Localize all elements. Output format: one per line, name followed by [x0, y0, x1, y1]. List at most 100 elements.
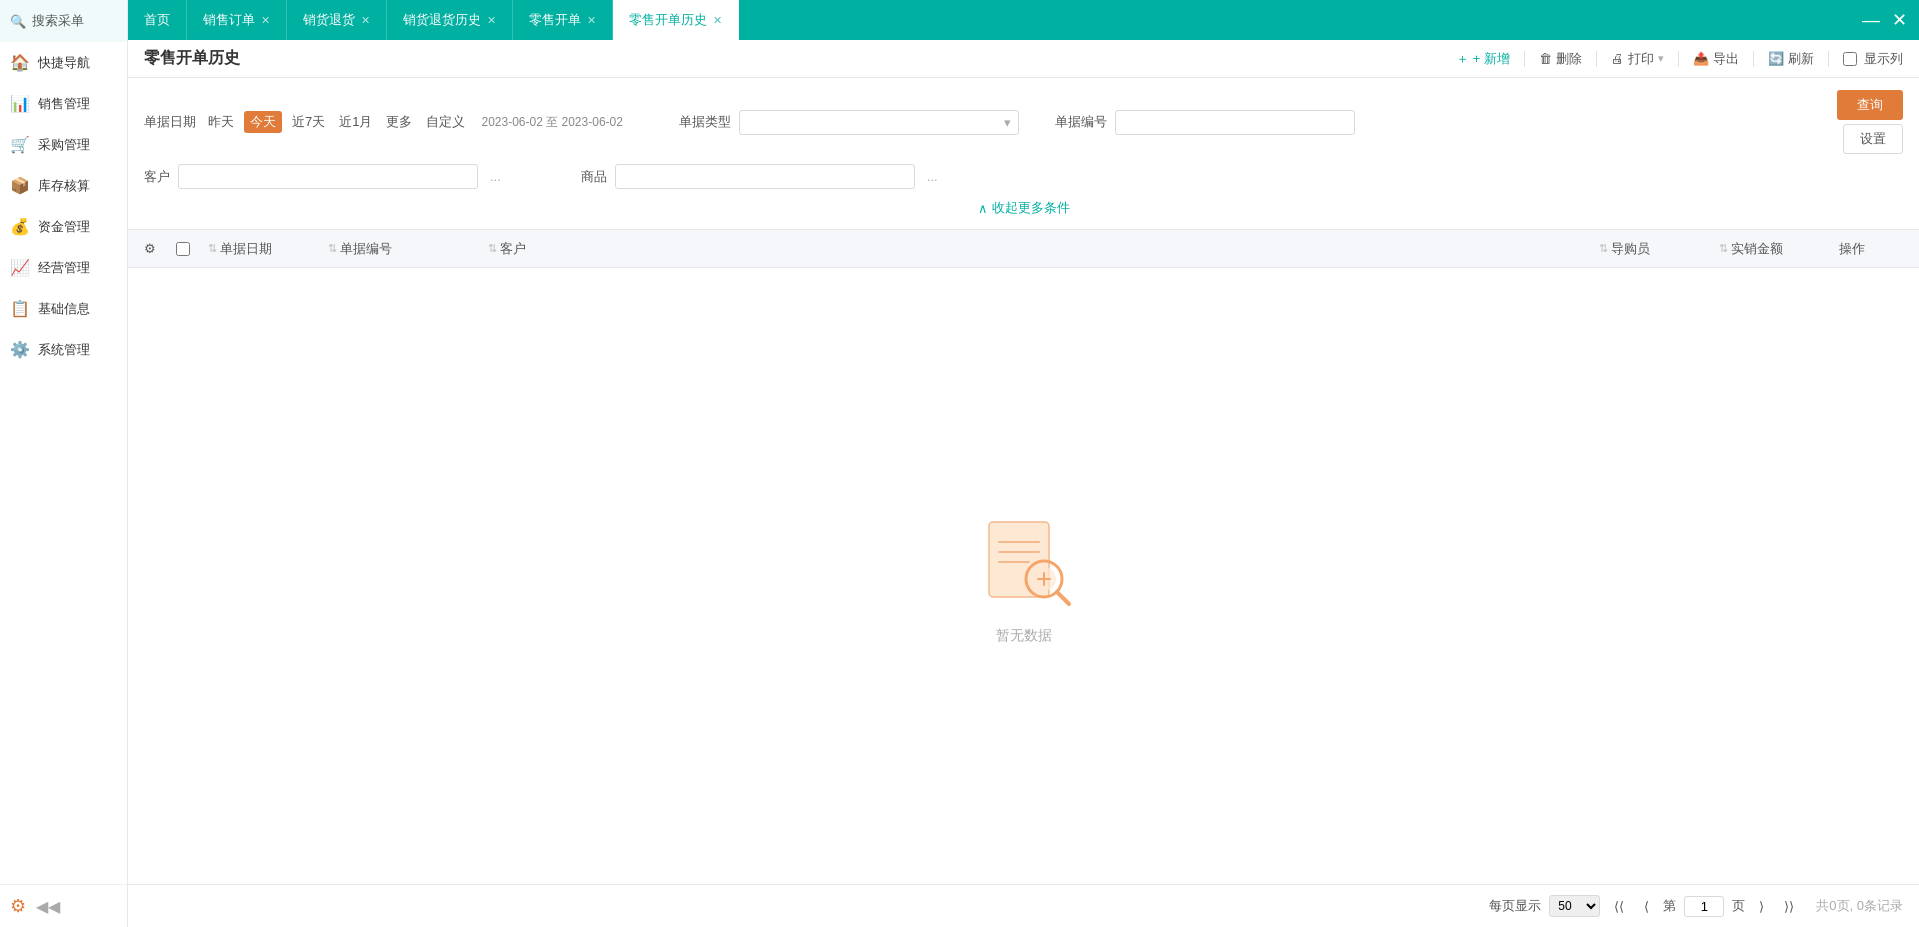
bill-type-select[interactable]	[739, 110, 1019, 135]
tab-sales-return-close[interactable]: ✕	[361, 14, 370, 27]
first-page-icon[interactable]: ⟨⟨	[1608, 897, 1630, 916]
print-dropdown-icon: ▾	[1658, 52, 1664, 65]
product-group: 商品 ...	[581, 164, 942, 189]
tab-retail-open[interactable]: 零售开单 ✕	[513, 0, 613, 40]
product-input[interactable]	[615, 164, 915, 189]
page-label: 页	[1732, 897, 1745, 915]
page-title: 零售开单历史	[144, 48, 240, 69]
date-btn-custom[interactable]: 自定义	[422, 111, 469, 133]
sidebar-item-operations[interactable]: 📈 经营管理	[0, 247, 127, 288]
tab-sales-order[interactable]: 销售订单 ✕	[187, 0, 287, 40]
tab-retail-history-close[interactable]: ✕	[713, 14, 722, 27]
add-button[interactable]: ＋ + 新增	[1456, 50, 1510, 68]
collapse-up-icon: ∧	[978, 201, 988, 216]
collapse-sidebar-icon[interactable]: ◀◀	[36, 897, 60, 916]
tab-retail-open-label: 零售开单	[529, 11, 581, 29]
th-date-label: 单据日期	[220, 240, 272, 258]
svg-line-6	[1057, 592, 1069, 604]
sidebar-item-finance[interactable]: 💰 资金管理	[0, 206, 127, 247]
tab-sales-return[interactable]: 销货退货 ✕	[287, 0, 387, 40]
th-amount[interactable]: ⇅ 实销金额	[1711, 240, 1831, 258]
print-icon: 🖨	[1611, 51, 1624, 66]
delete-button[interactable]: 🗑 删除	[1539, 50, 1582, 68]
filter-row-2: 客户 ... 商品 ...	[144, 164, 1903, 189]
sidebar-item-purchase-mgmt[interactable]: 🛒 采购管理	[0, 124, 127, 165]
customer-more-icon[interactable]: ...	[486, 169, 505, 184]
query-button[interactable]: 查询	[1837, 90, 1903, 120]
select-all-checkbox[interactable]	[176, 242, 190, 256]
tab-sales-return-history[interactable]: 销货退货历史 ✕	[387, 0, 513, 40]
th-customer-label: 客户	[500, 240, 526, 258]
th-billno[interactable]: ⇅ 单据编号	[320, 240, 480, 258]
last-page-icon[interactable]: ⟩⟩	[1778, 897, 1800, 916]
bill-no-input[interactable]	[1115, 110, 1355, 135]
date-btn-today[interactable]: 今天	[244, 111, 282, 133]
th-checkbox[interactable]	[168, 242, 200, 256]
display-cols-label: 显示列	[1864, 50, 1903, 68]
bill-type-group: 单据类型	[679, 110, 1019, 135]
next-page-icon[interactable]: ⟩	[1753, 897, 1770, 916]
minimize-icon[interactable]: —	[1862, 10, 1880, 31]
finance-icon: 💰	[10, 217, 30, 236]
date-btn-yesterday[interactable]: 昨天	[204, 111, 238, 133]
tab-sales-return-history-label: 销货退货历史	[403, 11, 481, 29]
current-page-input[interactable]	[1684, 896, 1724, 917]
basic-info-icon: 📋	[10, 299, 30, 318]
close-window-icon[interactable]: ✕	[1892, 9, 1907, 31]
sidebar: 🔍 搜索采单 🏠 快捷导航 📊 销售管理 🛒 采购管理 📦 库存核算 💰 资金管…	[0, 0, 128, 927]
sidebar-item-label: 资金管理	[38, 218, 90, 236]
sort-icon: ⇅	[1599, 242, 1608, 255]
bill-no-group: 单据编号	[1055, 110, 1355, 135]
sidebar-item-sales-mgmt[interactable]: 📊 销售管理	[0, 83, 127, 124]
th-billno-label: 单据编号	[340, 240, 392, 258]
divider	[1524, 51, 1525, 67]
sort-icon: ⇅	[488, 242, 497, 255]
display-cols-button[interactable]: 显示列	[1843, 50, 1903, 68]
tabbar: 首页 销售订单 ✕ 销货退货 ✕ 销货退货历史 ✕ 零售开单 ✕ 零售开单历史 …	[128, 0, 1919, 40]
th-date[interactable]: ⇅ 单据日期	[200, 240, 320, 258]
date-btn-last7[interactable]: 近7天	[288, 111, 329, 133]
date-buttons: 昨天 今天 近7天 近1月 更多 自定义	[204, 111, 469, 133]
sidebar-item-label: 采购管理	[38, 136, 90, 154]
sidebar-item-inventory[interactable]: 📦 库存核算	[0, 165, 127, 206]
date-btn-more[interactable]: 更多	[382, 111, 416, 133]
sidebar-search[interactable]: 🔍 搜索采单	[0, 0, 127, 42]
bill-type-label: 单据类型	[679, 113, 731, 131]
export-button[interactable]: 📤 导出	[1693, 50, 1739, 68]
tab-retail-open-close[interactable]: ✕	[587, 14, 596, 27]
settings-button[interactable]: 设置	[1843, 124, 1903, 154]
date-btn-last-month[interactable]: 近1月	[335, 111, 376, 133]
tab-sales-order-close[interactable]: ✕	[261, 14, 270, 27]
tab-retail-history[interactable]: 零售开单历史 ✕	[613, 0, 739, 40]
sidebar-item-sys-mgmt[interactable]: ⚙️ 系统管理	[0, 329, 127, 370]
delete-icon: 🗑	[1539, 51, 1552, 66]
settings-bottom-icon[interactable]: ⚙	[10, 895, 26, 917]
customer-input[interactable]	[178, 164, 478, 189]
sidebar-item-basic-info[interactable]: 📋 基础信息	[0, 288, 127, 329]
empty-text: 暂无数据	[996, 627, 1052, 645]
sidebar-item-label: 系统管理	[38, 341, 90, 359]
total-info: 共0页, 0条记录	[1816, 897, 1903, 915]
add-label: + 新增	[1473, 50, 1510, 68]
collapse-filter-row[interactable]: ∧ 收起更多条件	[144, 199, 1903, 217]
tab-home[interactable]: 首页	[128, 0, 187, 40]
filter-area: 单据日期 昨天 今天 近7天 近1月 更多 自定义 2023-06-02 至 2…	[128, 78, 1919, 230]
collapse-label: 收起更多条件	[992, 199, 1070, 217]
th-settings[interactable]: ⚙	[136, 241, 168, 256]
date-range-display: 2023-06-02 至 2023-06-02	[481, 114, 622, 131]
display-cols-checkbox[interactable]	[1843, 52, 1857, 66]
toolbar-actions: ＋ + 新增 🗑 删除 🖨 打印 ▾ 📤 导出	[1456, 50, 1903, 68]
th-salesperson[interactable]: ⇅ 导购员	[1591, 240, 1711, 258]
refresh-button[interactable]: 🔄 刷新	[1768, 50, 1814, 68]
product-more-icon[interactable]: ...	[923, 169, 942, 184]
th-customer[interactable]: ⇅ 客户	[480, 240, 1591, 258]
print-button[interactable]: 🖨 打印 ▾	[1611, 50, 1664, 68]
sort-icon: ⇅	[208, 242, 217, 255]
operations-icon: 📈	[10, 258, 30, 277]
product-label: 商品	[581, 168, 607, 186]
page-size-select[interactable]: 50 20 100	[1549, 895, 1600, 917]
refresh-icon: 🔄	[1768, 51, 1784, 66]
tab-sales-return-history-close[interactable]: ✕	[487, 14, 496, 27]
sidebar-item-quick-nav[interactable]: 🏠 快捷导航	[0, 42, 127, 83]
prev-page-icon[interactable]: ⟨	[1638, 897, 1655, 916]
